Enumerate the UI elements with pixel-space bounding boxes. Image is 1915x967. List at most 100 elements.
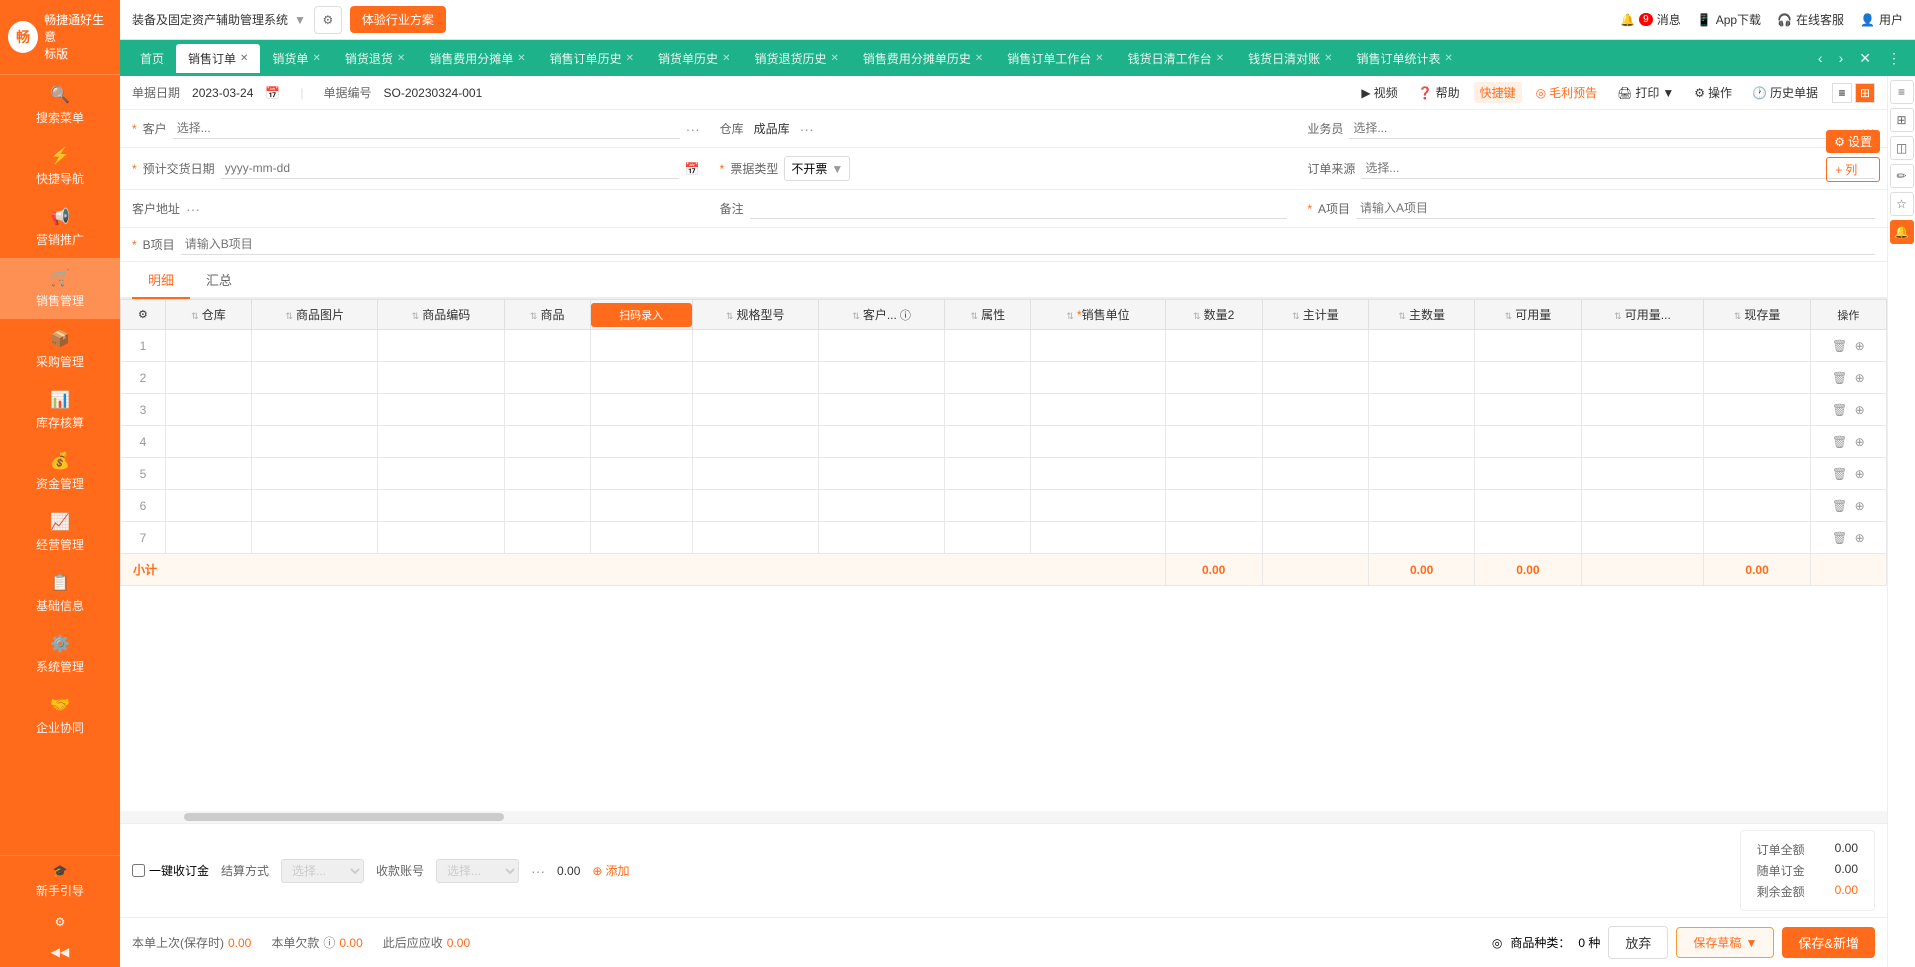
row-customer-code[interactable]: [818, 362, 944, 394]
tab-stats[interactable]: 销售订单统计表 ✕: [1344, 44, 1464, 73]
row-code[interactable]: [378, 458, 504, 490]
tab-close-icon[interactable]: ✕: [626, 53, 634, 64]
row-product[interactable]: [504, 522, 590, 554]
row-code[interactable]: [378, 490, 504, 522]
rp-icon-1[interactable]: ≡: [1890, 80, 1914, 104]
sidebar-item-basic-info[interactable]: 📋 基础信息: [0, 563, 120, 624]
order-source-input[interactable]: [1361, 158, 1875, 179]
sidebar-item-marketing[interactable]: 📢 营销推广: [0, 197, 120, 258]
profit-btn[interactable]: ◎ 毛利预告: [1530, 82, 1604, 103]
sidebar-item-quick[interactable]: ⚡ 快捷导航: [0, 136, 120, 197]
delete-row-icon[interactable]: 🗑: [1832, 435, 1847, 449]
settings-col-btn[interactable]: ⚙ 设置: [1826, 130, 1880, 153]
tab-summary[interactable]: 汇总: [190, 262, 248, 299]
row-scan[interactable]: [590, 458, 692, 490]
tab-daily-reconcile[interactable]: 钱货日清对账 ✕: [1236, 44, 1344, 73]
tab-sales-order-history[interactable]: 销售订单历史 ✕: [538, 44, 646, 73]
tab-close-icon[interactable]: ✕: [722, 53, 730, 64]
address-dots-btn[interactable]: ···: [186, 201, 200, 217]
tab-close-icon[interactable]: ✕: [1095, 53, 1103, 64]
row-image[interactable]: [252, 522, 378, 554]
draft-arrow-icon[interactable]: ▼: [1745, 936, 1757, 950]
add-payment-btn[interactable]: ⊕ 添加: [592, 862, 629, 879]
row-customer-code[interactable]: [818, 426, 944, 458]
industry-btn[interactable]: 体验行业方案: [350, 6, 446, 33]
row-scan[interactable]: [590, 394, 692, 426]
row-qty2[interactable]: [1165, 490, 1262, 522]
row-warehouse[interactable]: [165, 362, 251, 394]
row-available2[interactable]: [1581, 522, 1704, 554]
sidebar-item-finance[interactable]: 💰 资金管理: [0, 441, 120, 502]
checkout-select[interactable]: 选择...: [281, 859, 364, 883]
copy-row-icon[interactable]: ⊕: [1855, 371, 1865, 385]
tab-menu-btn[interactable]: ⋮: [1881, 48, 1907, 69]
row-attr[interactable]: [945, 394, 1031, 426]
tab-sales-return[interactable]: 销货退货 ✕: [333, 44, 417, 73]
tab-close-icon[interactable]: ✕: [830, 53, 838, 64]
delete-row-icon[interactable]: 🗑: [1832, 371, 1847, 385]
tab-prev-btn[interactable]: ‹: [1812, 48, 1829, 69]
row-code[interactable]: [378, 394, 504, 426]
help-btn[interactable]: ❓ 帮助: [1412, 82, 1466, 103]
row-sales-unit[interactable]: [1031, 522, 1165, 554]
col-settings[interactable]: ⚙: [121, 300, 166, 330]
save-draft-btn[interactable]: 保存草稿 ▼: [1676, 927, 1774, 958]
view-btn[interactable]: ▶ 视频: [1355, 82, 1403, 103]
copy-row-icon[interactable]: ⊕: [1855, 339, 1865, 353]
row-main-qty[interactable]: [1369, 426, 1475, 458]
note-input[interactable]: [750, 198, 1288, 219]
customer-input[interactable]: [173, 118, 680, 139]
tab-return-history[interactable]: 销货退货历史 ✕: [742, 44, 850, 73]
save-new-btn[interactable]: 保存&新增: [1782, 927, 1875, 958]
row-attr[interactable]: [945, 458, 1031, 490]
row-spec[interactable]: [692, 490, 818, 522]
row-attr[interactable]: [945, 330, 1031, 362]
sidebar-item-operations[interactable]: 📈 经营管理: [0, 502, 120, 563]
tab-close-icon[interactable]: ✕: [397, 53, 405, 64]
copy-row-icon[interactable]: ⊕: [1855, 467, 1865, 481]
discard-btn[interactable]: 放弃: [1608, 926, 1668, 959]
row-current[interactable]: [1704, 394, 1810, 426]
row-attr[interactable]: [945, 490, 1031, 522]
row-spec[interactable]: [692, 330, 818, 362]
row-available[interactable]: [1475, 330, 1581, 362]
delete-row-icon[interactable]: 🗑: [1832, 403, 1847, 417]
row-available[interactable]: [1475, 490, 1581, 522]
row-qty2[interactable]: [1165, 426, 1262, 458]
delete-row-icon[interactable]: 🗑: [1832, 531, 1847, 545]
tab-close-icon[interactable]: ✕: [1216, 53, 1224, 64]
row-main-unit[interactable]: [1262, 330, 1368, 362]
row-main-qty[interactable]: [1369, 522, 1475, 554]
row-scan[interactable]: [590, 330, 692, 362]
row-available2[interactable]: [1581, 330, 1704, 362]
row-code[interactable]: [378, 522, 504, 554]
row-spec[interactable]: [692, 426, 818, 458]
row-current[interactable]: [1704, 458, 1810, 490]
row-product[interactable]: [504, 490, 590, 522]
tab-next-btn[interactable]: ›: [1833, 48, 1850, 69]
row-warehouse[interactable]: [165, 522, 251, 554]
tab-close-icon[interactable]: ✕: [1324, 53, 1332, 64]
row-warehouse[interactable]: [165, 330, 251, 362]
rp-icon-4[interactable]: ✏: [1890, 164, 1914, 188]
one-click-checkbox[interactable]: [132, 864, 145, 877]
rp-icon-5[interactable]: ☆: [1890, 192, 1914, 216]
staff-input[interactable]: [1349, 118, 1855, 139]
row-main-qty[interactable]: [1369, 362, 1475, 394]
table-scrollbar[interactable]: [120, 811, 1887, 823]
row-scan[interactable]: [590, 362, 692, 394]
sidebar-item-settings-bottom[interactable]: ⚙: [0, 907, 120, 937]
sidebar-item-cooperation[interactable]: 🤝 企业协同: [0, 685, 120, 746]
row-spec[interactable]: [692, 522, 818, 554]
row-main-unit[interactable]: [1262, 458, 1368, 490]
user-btn[interactable]: 👤 用户: [1860, 11, 1903, 28]
row-code[interactable]: [378, 362, 504, 394]
row-scan[interactable]: [590, 490, 692, 522]
copy-row-icon[interactable]: ⊕: [1855, 531, 1865, 545]
sidebar-item-sales[interactable]: 🛒 销售管理: [0, 258, 120, 319]
tab-close-icon[interactable]: ✕: [1445, 53, 1453, 64]
view-grid-btn[interactable]: ⊞: [1855, 83, 1875, 103]
row-product[interactable]: [504, 426, 590, 458]
row-customer-code[interactable]: [818, 490, 944, 522]
row-warehouse[interactable]: [165, 490, 251, 522]
